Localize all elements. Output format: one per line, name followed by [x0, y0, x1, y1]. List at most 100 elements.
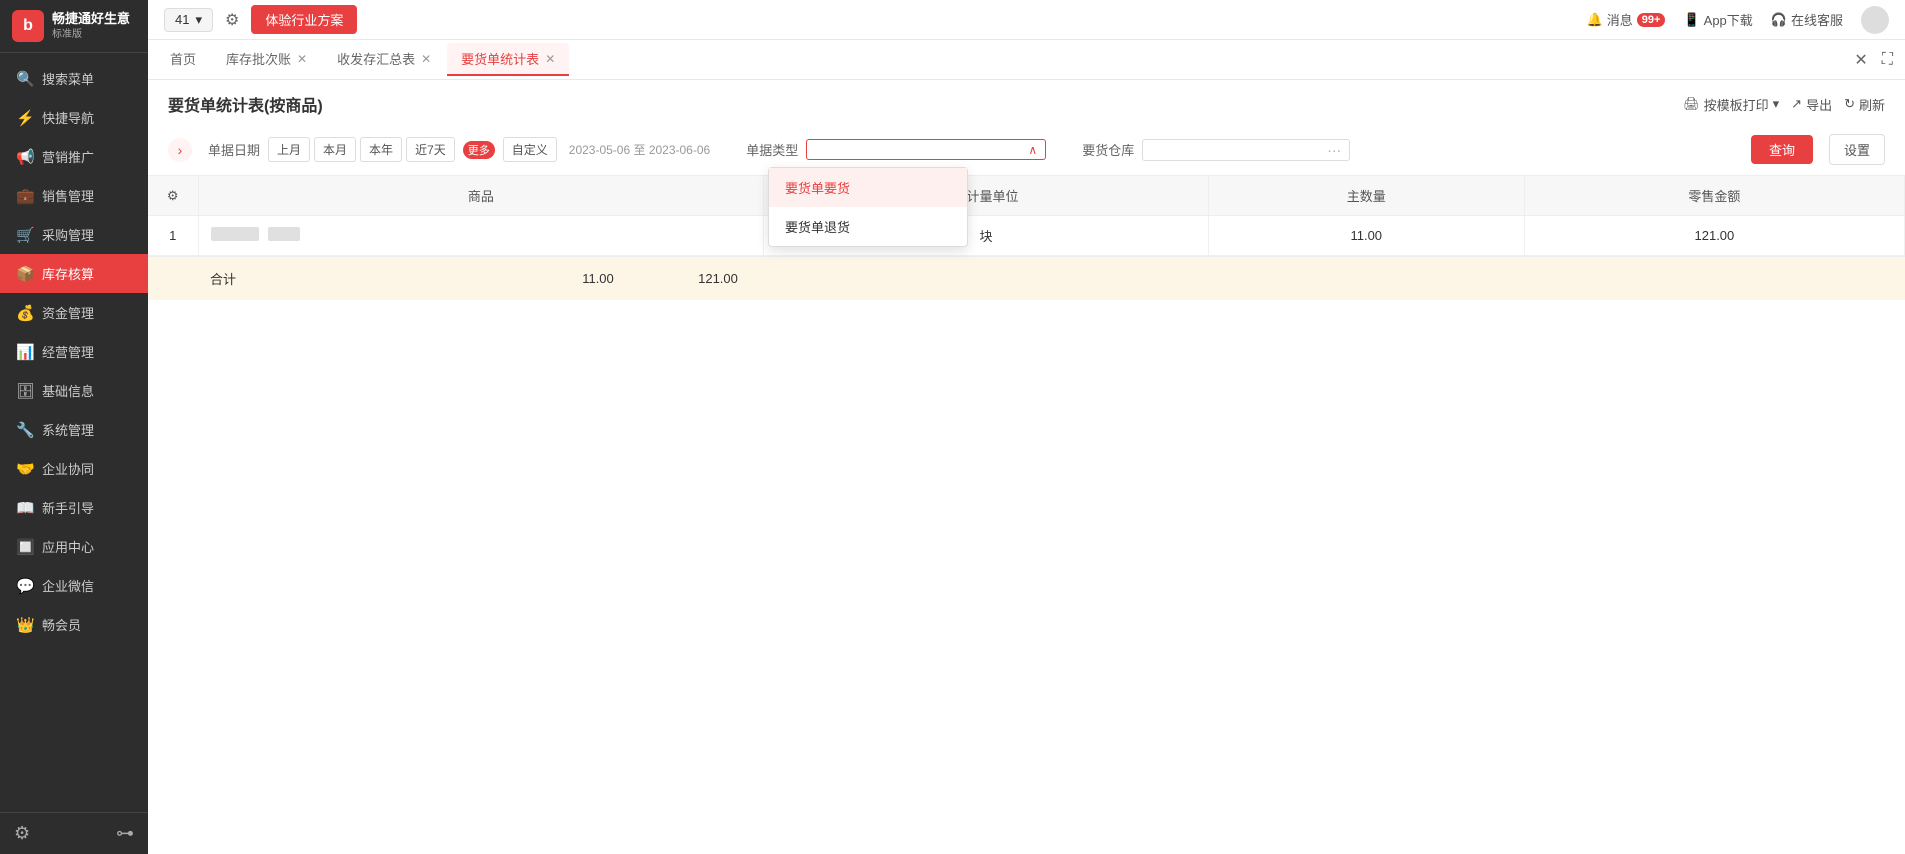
row-qty: 11.00: [1208, 216, 1524, 256]
tab-库存批次账[interactable]: 库存批次账 ✕: [212, 43, 321, 76]
col-amount: 零售金额: [1524, 176, 1904, 216]
tab-label: 首页: [170, 49, 196, 68]
messages-badge: 99+: [1637, 13, 1666, 27]
sidebar-item-经营管理[interactable]: 📊经营管理: [0, 332, 148, 371]
sidebar-item-企业微信[interactable]: 💬企业微信: [0, 566, 148, 605]
filter-expand-button[interactable]: ›: [168, 138, 192, 162]
nav-icon: ⚡: [16, 109, 34, 127]
nav-icon: 📢: [16, 148, 34, 166]
dropdown-item-要货单要货[interactable]: 要货单要货: [769, 168, 967, 207]
sidebar: b 畅捷通好生意 标准版 🔍搜索菜单 ⚡ 快捷导航 📢营销推广💼销售管理🛒采购管理 📦 库…: [0, 0, 148, 854]
nav-icon: 🤝: [16, 460, 34, 478]
tab-close-icon[interactable]: ✕: [545, 52, 555, 66]
sidebar-item-采购管理[interactable]: 🛒采购管理: [0, 215, 148, 254]
phone-icon: 📱: [1683, 12, 1699, 28]
date-btn-本月[interactable]: 本月: [314, 137, 356, 162]
print-icon: 🖨: [1683, 96, 1700, 112]
sidebar-item-应用中心[interactable]: 🔲应用中心: [0, 527, 148, 566]
query-button[interactable]: 查询: [1751, 135, 1813, 164]
export-button[interactable]: ↗ 导出: [1791, 95, 1832, 114]
sidebar-item-畅会员[interactable]: 👑畅会员: [0, 605, 148, 644]
header-settings-icon[interactable]: ⚙: [225, 10, 239, 30]
type-chevron-up-icon[interactable]: ∧: [1028, 143, 1037, 157]
messages-btn[interactable]: 🔔 消息 99+: [1587, 10, 1666, 29]
nav-label: 企业协同: [42, 459, 94, 478]
nav-label: 库存核算: [42, 264, 94, 283]
sidebar-item-新手引导[interactable]: 📖新手引导: [0, 488, 148, 527]
chevron-down-icon: ▾: [1773, 96, 1780, 112]
logo-text: 畅捷通好生意 标准版: [52, 11, 130, 41]
store-selector[interactable]: 41 ▾: [164, 8, 213, 32]
expand-tabs-button[interactable]: ⛶: [1878, 48, 1897, 72]
dropdown-item-要货单退货[interactable]: 要货单退货: [769, 207, 967, 246]
date-btn-本年[interactable]: 本年: [360, 137, 402, 162]
type-filter-group: 单据类型 ∧: [746, 139, 1046, 160]
sidebar-footer: ⚙ ⊶: [0, 812, 148, 854]
footer-qty: 11.00: [538, 271, 658, 286]
footer-amount: 121.00: [658, 271, 778, 286]
headset-icon: 🎧: [1771, 12, 1787, 28]
sidebar-item-资金管理[interactable]: 💰资金管理: [0, 293, 148, 332]
close-all-tabs-button[interactable]: ✕: [1850, 48, 1871, 72]
refresh-icon: ↻: [1844, 96, 1855, 112]
settings-filter-button[interactable]: 设置: [1829, 134, 1885, 165]
collapse-icon[interactable]: ⊶: [116, 823, 134, 844]
sidebar-item-搜索菜单[interactable]: 🔍搜索菜单: [0, 59, 148, 98]
warehouse-filter-label: 要货仓库: [1082, 140, 1134, 159]
nav-icon: 📊: [16, 343, 34, 361]
table-header: ⚙ 商品 主计量单位 主数量 零售金额: [148, 176, 1905, 216]
online-service-btn[interactable]: 🎧 在线客服: [1771, 10, 1843, 29]
main-area: 41 ▾ ⚙ 体验行业方案 🔔 消息 99+ 📱 App下载 🎧 在线客服 首页…: [148, 0, 1905, 854]
sidebar-logo: b 畅捷通好生意 标准版: [0, 0, 148, 53]
nav-label: 快捷导航: [42, 108, 94, 127]
app-download-btn[interactable]: 📱 App下载: [1683, 10, 1752, 29]
more-badge[interactable]: 更多: [463, 141, 495, 159]
avatar[interactable]: [1861, 6, 1889, 34]
type-filter-input[interactable]: [815, 142, 1024, 157]
nav-label: 系统管理: [42, 420, 94, 439]
print-button[interactable]: 🖨 按模板打印 ▾: [1683, 95, 1779, 114]
page-content: 要货单统计表(按商品) 🖨 按模板打印 ▾ ↗ 导出 ↻ 刷新: [148, 80, 1905, 854]
chevron-down-icon: ▾: [195, 12, 202, 28]
warehouse-more-icon[interactable]: ···: [1327, 142, 1341, 158]
custom-date-btn[interactable]: 自定义: [503, 137, 557, 162]
bell-icon: 🔔: [1587, 12, 1603, 28]
sidebar-item-营销推广[interactable]: 📢营销推广: [0, 137, 148, 176]
logo-icon: b: [12, 10, 44, 42]
date-btn-上月[interactable]: 上月: [268, 137, 310, 162]
data-table: ⚙ 商品 主计量单位 主数量 零售金额 1 块 11.00 121.00: [148, 176, 1905, 256]
sidebar-item-销售管理[interactable]: 💼销售管理: [0, 176, 148, 215]
nav-label: 资金管理: [42, 303, 94, 322]
header-right: 🔔 消息 99+ 📱 App下载 🎧 在线客服: [1587, 6, 1889, 34]
nav-icon: 📦: [16, 265, 34, 283]
sidebar-item-库存核算[interactable]: 📦 库存核算: [0, 254, 148, 293]
settings-icon[interactable]: ⚙: [14, 823, 30, 844]
nav-icon: 🛒: [16, 226, 34, 244]
tab-要货单统计表[interactable]: 要货单统计表✕: [447, 43, 569, 76]
tab-首页[interactable]: 首页: [156, 43, 210, 76]
export-icon: ↗: [1791, 96, 1802, 112]
sidebar-nav: 🔍搜索菜单 ⚡ 快捷导航 📢营销推广💼销售管理🛒采购管理 📦 库存核算 💰资金管理📊经营管理…: [0, 53, 148, 812]
date-btn-近7天[interactable]: 近7天: [406, 137, 455, 162]
filter-bar: › 单据日期 上月本月本年近7天 更多 自定义 2023-05-06 至 202…: [148, 124, 1905, 176]
warehouse-filter-group: 要货仓库 ···: [1082, 139, 1350, 161]
sidebar-item-基础信息[interactable]: 🗄基础信息: [0, 371, 148, 410]
nav-icon: 💼: [16, 187, 34, 205]
sidebar-item-快捷导航[interactable]: ⚡ 快捷导航: [0, 98, 148, 137]
col-settings[interactable]: ⚙: [148, 176, 198, 216]
refresh-button[interactable]: ↻ 刷新: [1844, 95, 1885, 114]
trial-button[interactable]: 体验行业方案: [251, 5, 357, 34]
tab-label: 库存批次账: [226, 49, 291, 68]
tab-收发存汇总表[interactable]: 收发存汇总表✕: [323, 43, 445, 76]
table-container: ⚙ 商品 主计量单位 主数量 零售金额 1 块 11.00 121.00: [148, 176, 1905, 256]
tab-close-icon[interactable]: ✕: [297, 52, 307, 66]
nav-icon: 👑: [16, 616, 34, 634]
col-qty: 主数量: [1208, 176, 1524, 216]
tab-close-icon[interactable]: ✕: [421, 52, 431, 66]
sidebar-item-企业协同[interactable]: 🤝 企业协同: [0, 449, 148, 488]
sidebar-item-系统管理[interactable]: 🔧系统管理: [0, 410, 148, 449]
table-footer: 合计 11.00 121.00: [148, 256, 1905, 300]
nav-icon: 💬: [16, 577, 34, 595]
header-left: 41 ▾ ⚙ 体验行业方案: [164, 5, 357, 34]
warehouse-filter-input[interactable]: [1151, 142, 1327, 157]
